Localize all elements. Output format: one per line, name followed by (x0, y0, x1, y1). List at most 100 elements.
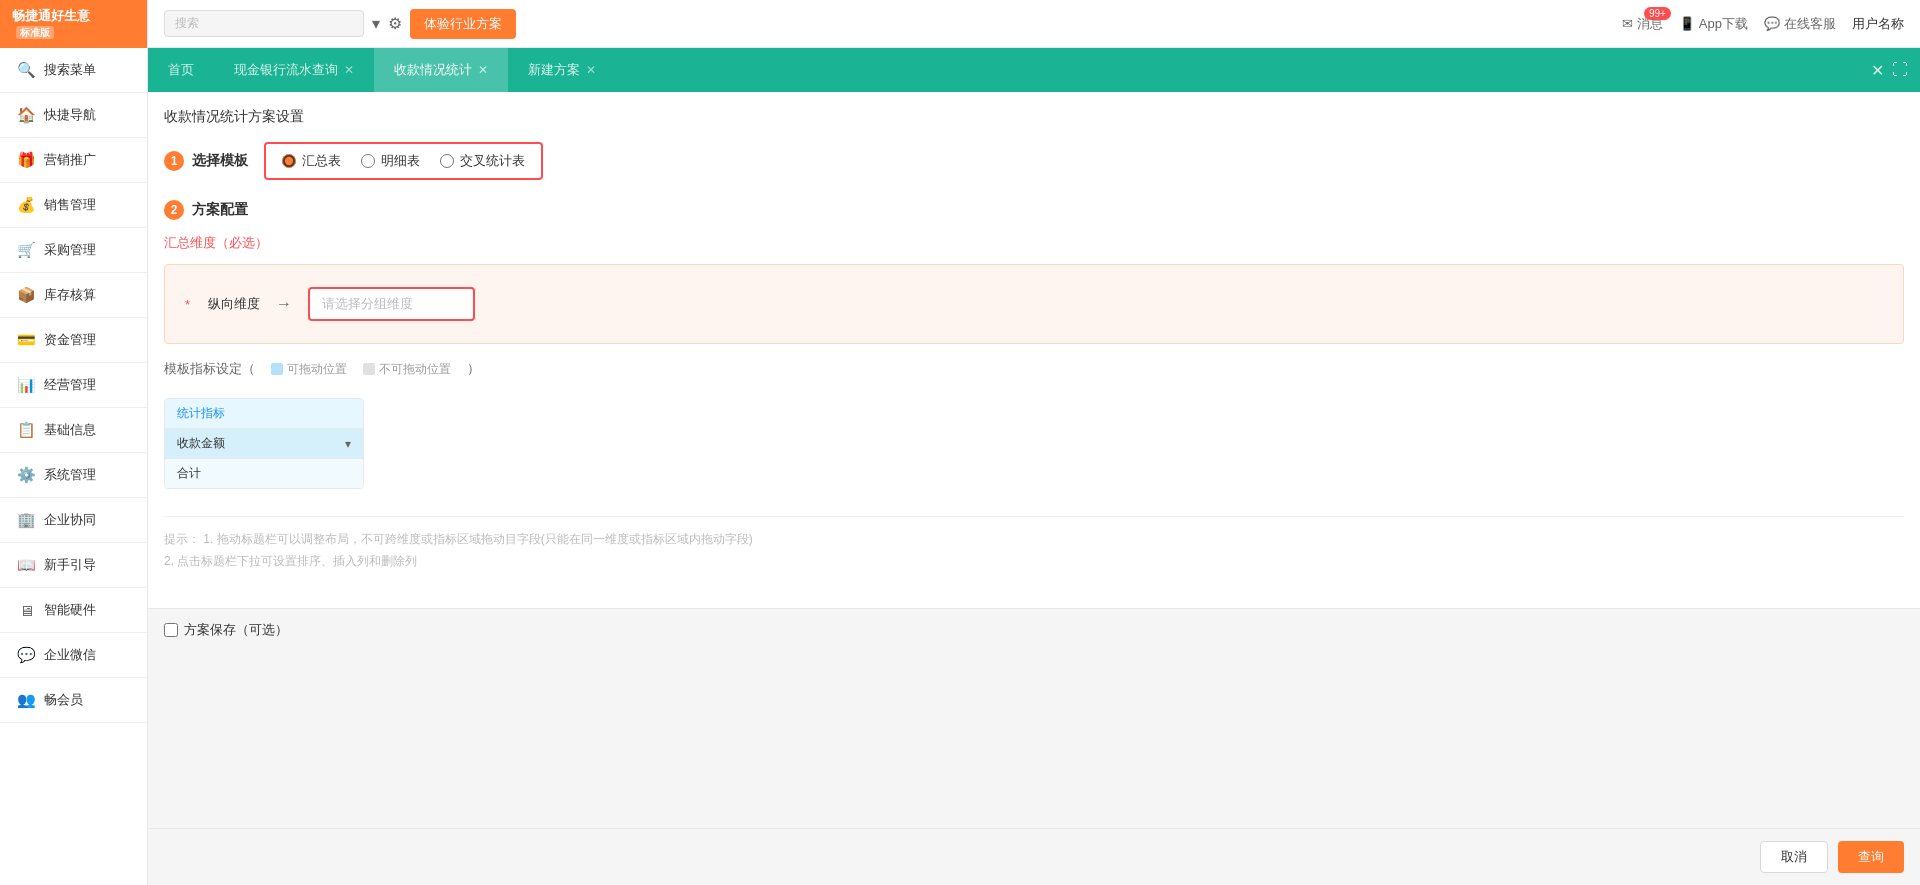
building-icon: 🏢 (16, 510, 36, 530)
messages-item[interactable]: ✉ 消息 99+ (1622, 15, 1663, 33)
section1-title: 选择模板 (192, 152, 248, 170)
tab-bank-flow-close[interactable]: ✕ (344, 63, 354, 77)
page-title: 收款情况统计方案设置 (164, 108, 1904, 126)
sidebar-item-system[interactable]: ⚙️ 系统管理 (0, 453, 147, 498)
draggable-label: 可拖动位置 (287, 361, 347, 378)
sidebar-item-finance[interactable]: 💳 资金管理 (0, 318, 147, 363)
sidebar-item-business[interactable]: 📊 经营管理 (0, 363, 147, 408)
header-right: ✉ 消息 99+ 📱 App下载 💬 在线客服 用户名称 (1622, 15, 1904, 33)
section1-number: 1 (164, 151, 184, 171)
sidebar-item-guide[interactable]: 📖 新手引导 (0, 543, 147, 588)
user-item[interactable]: 用户名称 (1852, 15, 1904, 33)
tab-new-scheme[interactable]: 新建方案 ✕ (508, 48, 616, 92)
tip-line-1: 提示： 1. 拖动标题栏可以调整布局，不可跨维度或指标区域拖动目字段(只能在同一… (164, 529, 1904, 551)
radio-detail-input[interactable] (361, 154, 375, 168)
section-config: 2 方案配置 汇总维度（必选） * 纵向维度 → 请选择分组维度 (164, 200, 1904, 572)
tab-home[interactable]: 首页 (148, 48, 214, 92)
tips-section: 提示： 1. 拖动标题栏可以调整布局，不可跨维度或指标区域拖动目字段(只能在同一… (164, 516, 1904, 572)
sidebar-item-marketing[interactable]: 🎁 营销推广 (0, 138, 147, 183)
sidebar-item-label: 销售管理 (44, 196, 96, 214)
section1-header: 1 选择模板 汇总表 明细表 交叉统计表 (164, 142, 1904, 180)
sidebar-item-basic[interactable]: 📋 基础信息 (0, 408, 147, 453)
cart-icon: 🛒 (16, 240, 36, 260)
money-icon: 💰 (16, 195, 36, 215)
tab-home-label: 首页 (168, 61, 194, 79)
metrics-header: 模板指标设定（ 可拖动位置 不可拖动位置 ） (164, 360, 1904, 378)
sidebar-item-sales[interactable]: 💰 销售管理 (0, 183, 147, 228)
non-draggable-dot (363, 363, 375, 375)
metrics-close: ） (467, 360, 480, 378)
close-window-button[interactable]: ✕ (1871, 61, 1884, 80)
gift-icon: 🎁 (16, 150, 36, 170)
non-draggable-label: 不可拖动位置 (379, 361, 451, 378)
section2-header: 2 方案配置 (164, 200, 1904, 220)
home-icon: 🏠 (16, 105, 36, 125)
sidebar: 畅捷通好生意 标准版 🔍 搜索菜单 🏠 快捷导航 🎁 营销推广 💰 销售管理 🛒… (0, 0, 148, 885)
support-item[interactable]: 💬 在线客服 (1764, 15, 1836, 33)
section-template: 1 选择模板 汇总表 明细表 交叉统计表 (164, 142, 1904, 180)
settings-icon[interactable]: ⚙ (388, 14, 402, 33)
chart-icon: 📊 (16, 375, 36, 395)
query-button[interactable]: 查询 (1838, 841, 1904, 873)
sidebar-item-label: 企业协同 (44, 511, 96, 529)
sidebar-item-search-menu[interactable]: 🔍 搜索菜单 (0, 48, 147, 93)
tab-bank-flow[interactable]: 现金银行流水查询 ✕ (214, 48, 374, 92)
sidebar-item-purchase[interactable]: 🛒 采购管理 (0, 228, 147, 273)
cancel-button[interactable]: 取消 (1760, 841, 1828, 873)
sidebar-item-label: 库存核算 (44, 286, 96, 304)
sidebar-item-quick-nav[interactable]: 🏠 快捷导航 (0, 93, 147, 138)
download-icon: 📱 (1679, 16, 1695, 31)
download-item[interactable]: 📱 App下载 (1679, 15, 1748, 33)
search-menu-icon: 🔍 (16, 60, 36, 80)
save-option: 方案保存（可选） (148, 608, 1920, 651)
metrics-col-name: 收款金额 (177, 435, 225, 452)
radio-summary[interactable]: 汇总表 (282, 152, 341, 170)
tab-new-scheme-label: 新建方案 (528, 61, 580, 79)
download-label: App下载 (1699, 15, 1748, 33)
metrics-col-dropdown[interactable]: ▾ (345, 437, 351, 451)
tab-collection-stat-label: 收款情况统计 (394, 61, 472, 79)
save-checkbox[interactable] (164, 623, 178, 637)
support-icon: 💬 (1764, 16, 1780, 31)
sidebar-item-wechat[interactable]: 💬 企业微信 (0, 633, 147, 678)
radio-summary-input[interactable] (282, 154, 296, 168)
header-search-box[interactable]: 搜索 (164, 10, 364, 37)
sidebar-item-label: 快捷导航 (44, 106, 96, 124)
maximize-window-button[interactable]: ⛶ (1892, 61, 1908, 79)
header-dropdown-button[interactable]: ▾ (372, 14, 380, 33)
radio-detail[interactable]: 明细表 (361, 152, 420, 170)
box-icon: 📦 (16, 285, 36, 305)
tab-collection-stat[interactable]: 收款情况统计 ✕ (374, 48, 508, 92)
messages-badge: 99+ (1644, 7, 1671, 20)
sidebar-item-collab[interactable]: 🏢 企业协同 (0, 498, 147, 543)
tab-collection-stat-close[interactable]: ✕ (478, 63, 488, 77)
metrics-col-header: 收款金额 ▾ (165, 429, 363, 459)
search-placeholder: 搜索 (175, 15, 199, 32)
dimension-selector[interactable]: 请选择分组维度 (308, 287, 475, 321)
dimension-placeholder: 请选择分组维度 (322, 296, 413, 311)
sidebar-item-inventory[interactable]: 📦 库存核算 (0, 273, 147, 318)
tab-new-scheme-close[interactable]: ✕ (586, 63, 596, 77)
window-buttons: ✕ ⛶ (1871, 61, 1920, 80)
metrics-label: 模板指标设定（ (164, 360, 255, 378)
gear-icon: ⚙️ (16, 465, 36, 485)
sidebar-item-label: 基础信息 (44, 421, 96, 439)
main-area: 搜索 ▾ ⚙ 体验行业方案 ✉ 消息 99+ 📱 App下载 💬 在线客服 用户… (148, 0, 1920, 885)
support-label: 在线客服 (1784, 15, 1836, 33)
sidebar-item-label: 新手引导 (44, 556, 96, 574)
metrics-group-header: 统计指标 (165, 399, 363, 429)
tab-bar: 首页 现金银行流水查询 ✕ 收款情况统计 ✕ 新建方案 ✕ ✕ ⛶ (148, 48, 1920, 92)
trial-button[interactable]: 体验行业方案 (410, 9, 516, 39)
legend-draggable: 可拖动位置 (271, 361, 347, 378)
radio-cross-input[interactable] (440, 154, 454, 168)
radio-cross[interactable]: 交叉统计表 (440, 152, 525, 170)
radio-summary-label: 汇总表 (302, 152, 341, 170)
sidebar-item-label: 经营管理 (44, 376, 96, 394)
legend-non-draggable: 不可拖动位置 (363, 361, 451, 378)
chat-icon: 💬 (16, 645, 36, 665)
tip-line-2: 2. 点击标题栏下拉可设置排序、插入列和删除列 (164, 551, 1904, 573)
sidebar-item-hardware[interactable]: 🖥 智能硬件 (0, 588, 147, 633)
sidebar-item-member[interactable]: 👥 畅会员 (0, 678, 147, 723)
dimension-row: * 纵向维度 → 请选择分组维度 (185, 287, 475, 321)
required-star: * (185, 297, 190, 312)
